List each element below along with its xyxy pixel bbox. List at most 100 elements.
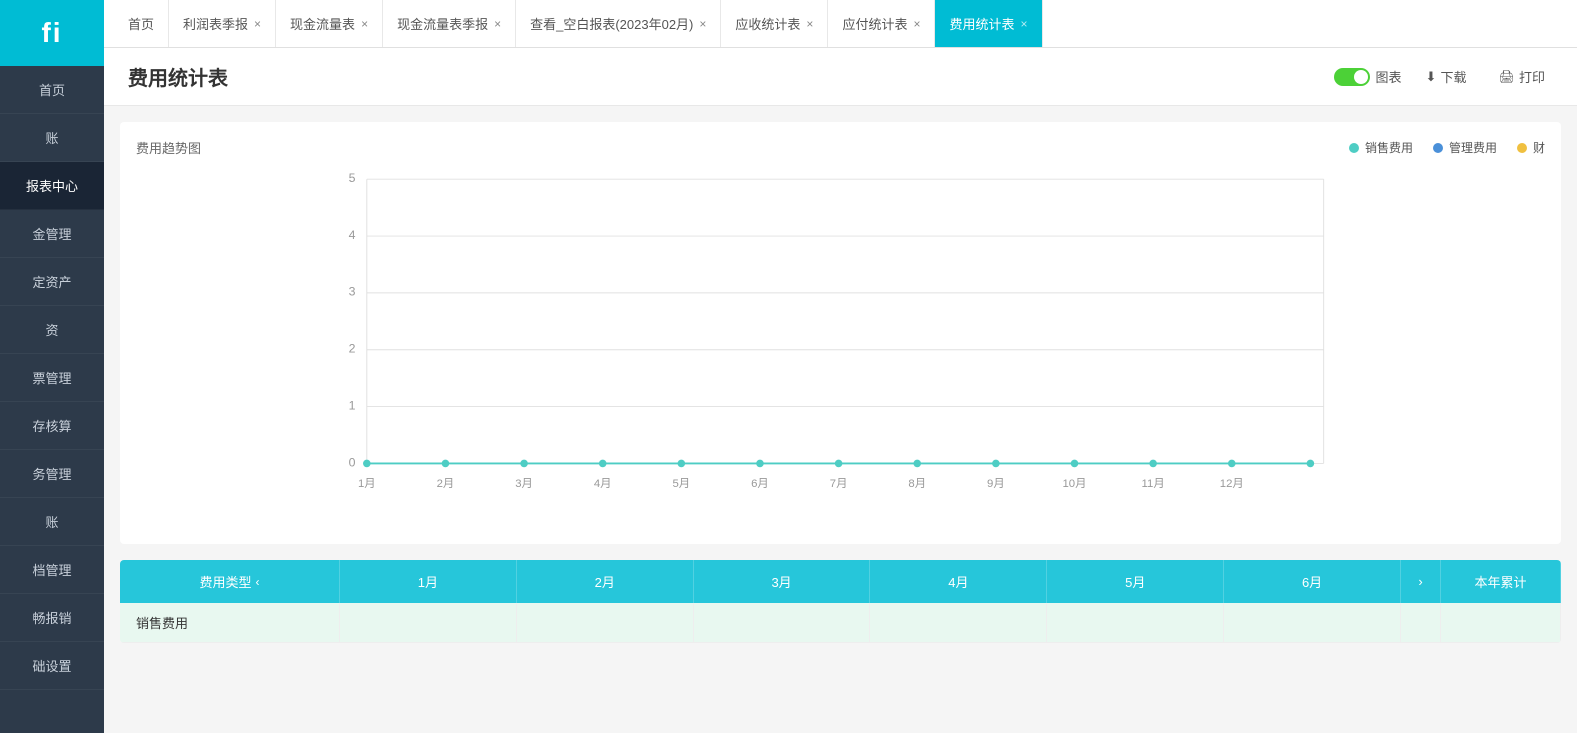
- page-header: 费用统计表 图表 ⬇ 下载 🖨 打印: [104, 48, 1577, 106]
- chart-header: 费用趋势图 销售费用 管理费用 财: [136, 138, 1545, 157]
- chart-toggle[interactable]: 图表: [1334, 67, 1402, 86]
- print-icon: 🖨: [1498, 69, 1515, 85]
- header-actions: 图表 ⬇ 下载 🖨 打印: [1334, 63, 1553, 90]
- sidebar-item-home[interactable]: 首页: [0, 66, 104, 114]
- svg-text:10月: 10月: [1063, 478, 1087, 490]
- tab-cashflow-quarterly[interactable]: 现金流量表季报 ×: [383, 0, 516, 47]
- td-mar: [694, 603, 871, 642]
- sidebar-item-inventory[interactable]: 存核算: [0, 402, 104, 450]
- svg-text:2月: 2月: [437, 478, 455, 490]
- print-button[interactable]: 🖨 打印: [1490, 63, 1553, 90]
- table-body: 销售费用: [120, 603, 1561, 643]
- close-icon[interactable]: ×: [699, 17, 706, 31]
- legend-item-sales: 销售费用: [1349, 139, 1413, 156]
- svg-text:11月: 11月: [1142, 478, 1165, 490]
- toggle-thumb: [1354, 70, 1368, 84]
- svg-text:6月: 6月: [751, 478, 769, 490]
- sidebar-item-fund[interactable]: 金管理: [0, 210, 104, 258]
- table-row: 销售费用: [120, 603, 1561, 643]
- svg-text:2: 2: [349, 342, 356, 356]
- td-may: [1047, 603, 1224, 642]
- sidebar-item-report-center[interactable]: 报表中心: [0, 162, 104, 210]
- toggle-track[interactable]: [1334, 68, 1370, 86]
- svg-text:4月: 4月: [594, 478, 612, 490]
- legend-dot-sales: [1349, 143, 1359, 153]
- td-type: 销售费用: [120, 603, 340, 642]
- download-button[interactable]: ⬇ 下载: [1418, 63, 1475, 90]
- tab-expense-stats[interactable]: 费用统计表 ×: [935, 0, 1042, 47]
- svg-text:12月: 12月: [1220, 478, 1244, 490]
- th-jan: 1月: [340, 560, 517, 603]
- td-jun: [1224, 603, 1401, 642]
- tab-bar: 首页 利润表季报 × 现金流量表 × 现金流量表季报 × 查看_空白报表(202…: [104, 0, 1577, 48]
- table-section: 费用类型 ‹ 1月 2月 3月 4月 5月 6月 › 本年累计 销售费用: [120, 560, 1561, 643]
- legend-item-finance: 财: [1517, 139, 1545, 156]
- legend-dot-admin: [1433, 143, 1443, 153]
- td-feb: [517, 603, 694, 642]
- svg-text:1月: 1月: [358, 478, 376, 490]
- svg-text:1: 1: [349, 398, 356, 412]
- svg-text:9月: 9月: [987, 478, 1005, 490]
- th-mar: 3月: [694, 560, 871, 603]
- close-icon[interactable]: ×: [806, 17, 813, 31]
- svg-text:3: 3: [349, 285, 356, 299]
- close-icon[interactable]: ×: [1020, 17, 1027, 31]
- tab-payable-stats[interactable]: 应付统计表 ×: [828, 0, 935, 47]
- toggle-label: 图表: [1376, 67, 1402, 86]
- sidebar-item-archive[interactable]: 档管理: [0, 546, 104, 594]
- svg-text:5月: 5月: [672, 478, 690, 490]
- sidebar-item-expense[interactable]: 畅报销: [0, 594, 104, 642]
- tab-receivable-stats[interactable]: 应收统计表 ×: [721, 0, 828, 47]
- svg-text:3月: 3月: [515, 478, 533, 490]
- chart-title: 费用趋势图: [136, 138, 201, 157]
- sidebar-item-service[interactable]: 务管理: [0, 450, 104, 498]
- th-type: 费用类型 ‹: [120, 560, 340, 603]
- legend-dot-finance: [1517, 143, 1527, 153]
- chart-section: 费用趋势图 销售费用 管理费用 财: [120, 122, 1561, 544]
- tab-cashflow[interactable]: 现金流量表 ×: [276, 0, 383, 47]
- page-content: 费用统计表 图表 ⬇ 下载 🖨 打印: [104, 48, 1577, 733]
- td-arrow: [1401, 603, 1441, 642]
- chart-legend: 销售费用 管理费用 财: [1349, 139, 1545, 156]
- legend-label-admin: 管理费用: [1449, 139, 1497, 156]
- svg-text:7月: 7月: [830, 478, 848, 490]
- sidebar-item-salary[interactable]: 资: [0, 306, 104, 354]
- close-icon[interactable]: ×: [361, 17, 368, 31]
- sidebar-item-invoice[interactable]: 票管理: [0, 354, 104, 402]
- legend-label-sales: 销售费用: [1365, 139, 1413, 156]
- main-area: 首页 利润表季报 × 现金流量表 × 现金流量表季报 × 查看_空白报表(202…: [104, 0, 1577, 733]
- th-arrow-left[interactable]: ‹: [256, 575, 260, 589]
- td-total: [1441, 603, 1561, 642]
- th-jun: 6月: [1224, 560, 1401, 603]
- th-feb: 2月: [517, 560, 694, 603]
- close-icon[interactable]: ×: [494, 17, 501, 31]
- table-header: 费用类型 ‹ 1月 2月 3月 4月 5月 6月 › 本年累计: [120, 560, 1561, 603]
- sidebar: fi 首页 账 报表中心 金管理 定资产 资 票管理 存核算 务管理 账 档管理…: [0, 0, 104, 733]
- sidebar-item-settings[interactable]: 础设置: [0, 642, 104, 690]
- td-jan: [340, 603, 517, 642]
- svg-text:0: 0: [349, 455, 356, 469]
- th-total: 本年累计: [1441, 560, 1561, 603]
- td-apr: [870, 603, 1047, 642]
- download-icon: ⬇: [1426, 69, 1437, 85]
- chart-svg: 0 1 2 3 4 5: [136, 165, 1545, 525]
- close-icon[interactable]: ×: [913, 17, 920, 31]
- th-may: 5月: [1047, 560, 1224, 603]
- th-arrow-right[interactable]: ›: [1401, 560, 1441, 603]
- svg-text:5: 5: [349, 171, 356, 185]
- sidebar-item-account[interactable]: 账: [0, 114, 104, 162]
- sidebar-item-receivable[interactable]: 账: [0, 498, 104, 546]
- sidebar-item-fixed-assets[interactable]: 定资产: [0, 258, 104, 306]
- legend-item-admin: 管理费用: [1433, 139, 1497, 156]
- close-icon[interactable]: ×: [254, 17, 261, 31]
- sidebar-logo: fi: [0, 0, 104, 66]
- chart-svg-container: 0 1 2 3 4 5: [136, 165, 1545, 528]
- tab-profit-quarterly[interactable]: 利润表季报 ×: [169, 0, 276, 47]
- svg-text:4: 4: [349, 228, 356, 242]
- legend-label-finance: 财: [1533, 139, 1545, 156]
- page-title: 费用统计表: [128, 62, 228, 91]
- th-apr: 4月: [870, 560, 1047, 603]
- tab-home[interactable]: 首页: [114, 0, 169, 47]
- svg-text:8月: 8月: [908, 478, 926, 490]
- tab-view-blank[interactable]: 查看_空白报表(2023年02月) ×: [516, 0, 721, 47]
